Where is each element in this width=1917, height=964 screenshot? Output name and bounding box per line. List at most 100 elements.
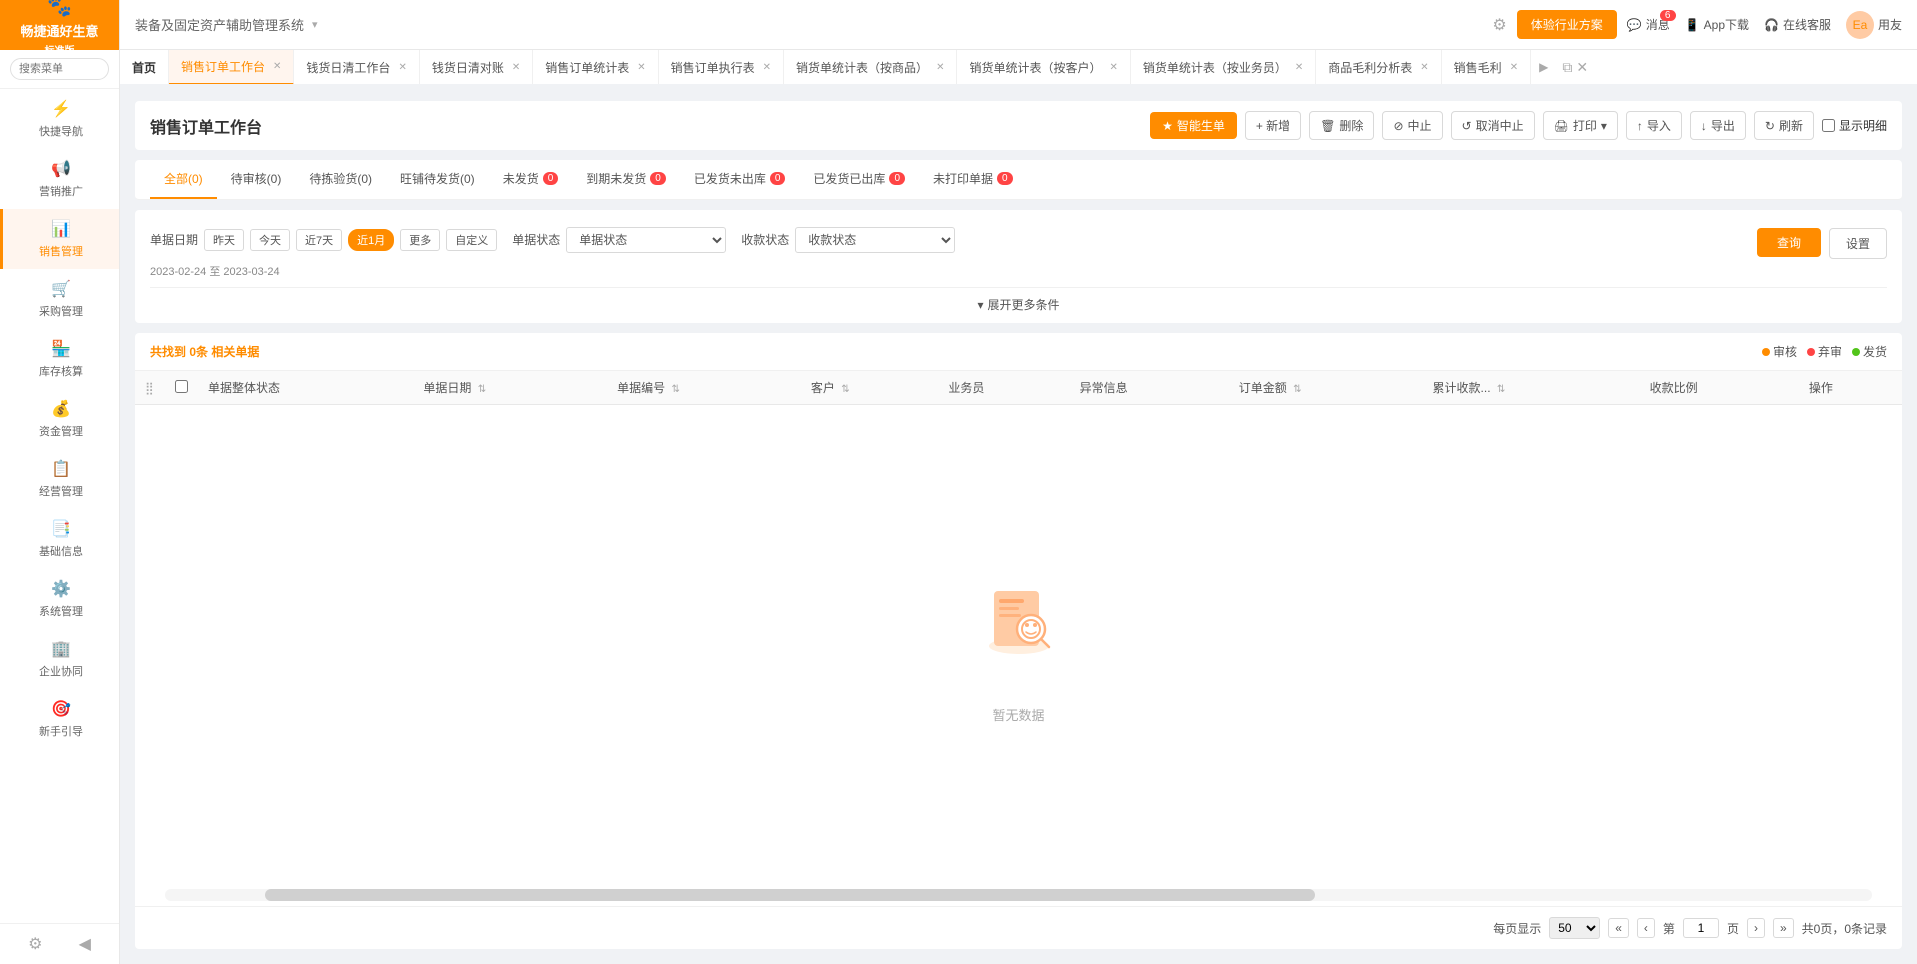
sidebar-item-operation[interactable]: 📋 经营管理 bbox=[0, 449, 119, 509]
date-btn-7days[interactable]: 近7天 bbox=[296, 229, 342, 251]
date-btn-1month[interactable]: 近1月 bbox=[348, 229, 394, 251]
tab-close-icon[interactable]: ✕ bbox=[273, 61, 281, 72]
sort-icon[interactable]: ⇅ bbox=[841, 384, 849, 395]
subtab-all[interactable]: 全部(0) bbox=[150, 160, 217, 199]
tab-close-icon[interactable]: ✕ bbox=[936, 62, 944, 73]
date-btn-custom[interactable]: 自定义 bbox=[446, 229, 497, 251]
topbar-gear-icon[interactable]: ⚙ bbox=[1492, 15, 1506, 35]
sidebar-item-quick-nav[interactable]: ⚡ 快捷导航 bbox=[0, 89, 119, 149]
sidebar-item-sales[interactable]: 📊 销售管理 bbox=[0, 209, 119, 269]
last-page-btn[interactable]: » bbox=[1773, 918, 1794, 938]
tab-gross-profit[interactable]: 商品毛利分析表 ✕ bbox=[1316, 50, 1441, 85]
date-btn-yesterday[interactable]: 昨天 bbox=[204, 229, 244, 251]
cancel-pause-btn[interactable]: ↺ 取消中止 bbox=[1451, 111, 1535, 140]
ship-action-btn[interactable]: 发货 bbox=[1852, 343, 1887, 360]
review-action-btn[interactable]: 审核 bbox=[1762, 343, 1797, 360]
page-label: 第 bbox=[1663, 920, 1675, 937]
pause-btn[interactable]: ⊘ 中止 bbox=[1382, 111, 1442, 140]
user-menu-btn[interactable]: Ea 用友 bbox=[1846, 11, 1902, 39]
sort-icon[interactable]: ⇅ bbox=[1293, 384, 1301, 395]
tab-sales-summary-staff[interactable]: 销货单统计表（按业务员） ✕ bbox=[1131, 50, 1316, 85]
sidebar-item-system[interactable]: ⚙️ 系统管理 bbox=[0, 569, 119, 629]
th-abnormal-label: 异常信息 bbox=[1080, 381, 1128, 395]
subtab-not-shipped[interactable]: 未发货 0 bbox=[489, 160, 573, 199]
tab-close-icon[interactable]: ✕ bbox=[1510, 62, 1518, 73]
subtab-expired-not-shipped[interactable]: 到期未发货 0 bbox=[572, 160, 680, 199]
tab-close-icon[interactable]: ✕ bbox=[1109, 62, 1117, 73]
sort-icon[interactable]: ⇅ bbox=[478, 384, 486, 395]
subtab-shipped-not-out[interactable]: 已发货未出库 0 bbox=[680, 160, 800, 199]
show-detail-checkbox[interactable] bbox=[1822, 119, 1835, 132]
tab-home[interactable]: 首页 bbox=[120, 50, 169, 85]
delete-btn[interactable]: 🗑 删除 bbox=[1309, 111, 1374, 140]
prev-page-btn[interactable]: ‹ bbox=[1637, 918, 1655, 938]
tab-close-icon[interactable]: ✕ bbox=[1295, 62, 1303, 73]
tab-sales-exec[interactable]: 销售订单执行表 ✕ bbox=[659, 50, 784, 85]
subtab-wangpu[interactable]: 旺铺待发货(0) bbox=[386, 160, 489, 199]
app-logo: 🐾 畅捷通好生意 标准版 bbox=[0, 0, 119, 50]
select-all-checkbox[interactable] bbox=[175, 380, 188, 393]
tabs-more-btn[interactable]: ▶ bbox=[1531, 50, 1556, 85]
page-size-select[interactable]: 50 10 20 100 bbox=[1549, 917, 1600, 939]
sidebar-item-finance[interactable]: 💰 资金管理 bbox=[0, 389, 119, 449]
tab-close-all-icon[interactable]: ✕ bbox=[1576, 59, 1588, 76]
subtab-pending-inspect[interactable]: 待拣验货(0) bbox=[295, 160, 386, 199]
next-page-btn[interactable]: › bbox=[1747, 918, 1765, 938]
expand-btn[interactable]: ▾ 展开更多条件 bbox=[150, 296, 1887, 313]
print-dropdown-icon: ▾ bbox=[1601, 119, 1607, 133]
import-btn[interactable]: ↑ 导入 bbox=[1626, 111, 1682, 140]
expand-label: 展开更多条件 bbox=[988, 296, 1060, 313]
th-number: 单据编号 ⇅ bbox=[607, 371, 801, 405]
subtab-not-printed[interactable]: 未打印单据 0 bbox=[919, 160, 1027, 199]
setting-btn[interactable]: 设置 bbox=[1829, 228, 1887, 259]
page-number-input[interactable] bbox=[1683, 918, 1719, 938]
export-btn[interactable]: ↓ 导出 bbox=[1690, 111, 1746, 140]
tab-close-icon[interactable]: ✕ bbox=[398, 62, 406, 73]
subtab-shipped-out[interactable]: 已发货已出库 0 bbox=[799, 160, 919, 199]
add-btn[interactable]: + 新增 bbox=[1245, 111, 1301, 140]
refresh-btn[interactable]: ↻ 刷新 bbox=[1754, 111, 1814, 140]
smart-btn[interactable]: ★ 智能生单 bbox=[1150, 112, 1237, 139]
query-btn[interactable]: 查询 bbox=[1757, 228, 1821, 257]
collapse-icon[interactable]: ◀ bbox=[79, 934, 91, 954]
print-btn[interactable]: 🖨 打印 ▾ bbox=[1543, 111, 1618, 140]
tab-cash-daily[interactable]: 钱货日清工作台 ✕ bbox=[294, 50, 419, 85]
newbie-icon: 🎯 bbox=[51, 699, 71, 719]
date-btn-today[interactable]: 今天 bbox=[250, 229, 290, 251]
sidebar-item-enterprise[interactable]: 🏢 企业协同 bbox=[0, 629, 119, 689]
cancel-review-action-btn[interactable]: 弃审 bbox=[1807, 343, 1842, 360]
first-page-btn[interactable]: « bbox=[1608, 918, 1629, 938]
tab-sales-stat[interactable]: 销售订单统计表 ✕ bbox=[533, 50, 658, 85]
tab-sales-profit[interactable]: 销售毛利 ✕ bbox=[1442, 50, 1531, 85]
sidebar-item-label: 企业协同 bbox=[39, 663, 83, 679]
tab-sales-workbench[interactable]: 销售订单工作台 ✕ bbox=[169, 50, 294, 85]
tab-sales-summary-product[interactable]: 销货单统计表（按商品） ✕ bbox=[784, 50, 957, 85]
show-detail-checkbox-container[interactable]: 显示明细 bbox=[1822, 117, 1887, 134]
message-btn[interactable]: 💬 💬 6 消息 bbox=[1627, 16, 1670, 33]
horizontal-scrollbar[interactable] bbox=[165, 889, 1872, 901]
sidebar-item-basic-info[interactable]: 📑 基础信息 bbox=[0, 509, 119, 569]
sidebar-item-newbie[interactable]: 🎯 新手引导 bbox=[0, 689, 119, 749]
trial-btn[interactable]: 体验行业方案 bbox=[1517, 10, 1617, 39]
sidebar-item-purchase[interactable]: 🛒 采购管理 bbox=[0, 269, 119, 329]
search-input[interactable] bbox=[10, 58, 109, 80]
sort-icon[interactable]: ⇅ bbox=[672, 384, 680, 395]
tab-close-icon[interactable]: ✕ bbox=[763, 62, 771, 73]
sidebar-item-inventory[interactable]: 🏪 库存核算 bbox=[0, 329, 119, 389]
tab-cash-reconcile[interactable]: 钱货日清对账 ✕ bbox=[420, 50, 533, 85]
online-service-btn[interactable]: 🎧 在线客服 bbox=[1764, 16, 1831, 33]
subtab-pending-review[interactable]: 待审核(0) bbox=[217, 160, 296, 199]
sort-icon[interactable]: ⇅ bbox=[1497, 384, 1505, 395]
sidebar-item-marketing[interactable]: 📢 营销推广 bbox=[0, 149, 119, 209]
tab-close-icon[interactable]: ✕ bbox=[1420, 62, 1428, 73]
tab-close-icon[interactable]: ✕ bbox=[637, 62, 645, 73]
tab-window-icon[interactable]: ⧉ bbox=[1562, 59, 1572, 76]
filter-payment-select[interactable]: 收款状态 bbox=[795, 227, 955, 253]
date-btn-more[interactable]: 更多 bbox=[400, 229, 440, 251]
tab-close-icon[interactable]: ✕ bbox=[512, 62, 520, 73]
filter-status-select[interactable]: 单据状态 bbox=[566, 227, 726, 253]
tab-sales-summary-customer[interactable]: 销货单统计表（按客户） ✕ bbox=[957, 50, 1130, 85]
settings-icon[interactable]: ⚙ bbox=[28, 934, 42, 954]
filter-date-item: 单据日期 昨天 今天 近7天 近1月 更多 自定义 bbox=[150, 229, 497, 251]
app-download-btn[interactable]: 📱 App下载 bbox=[1685, 16, 1749, 33]
